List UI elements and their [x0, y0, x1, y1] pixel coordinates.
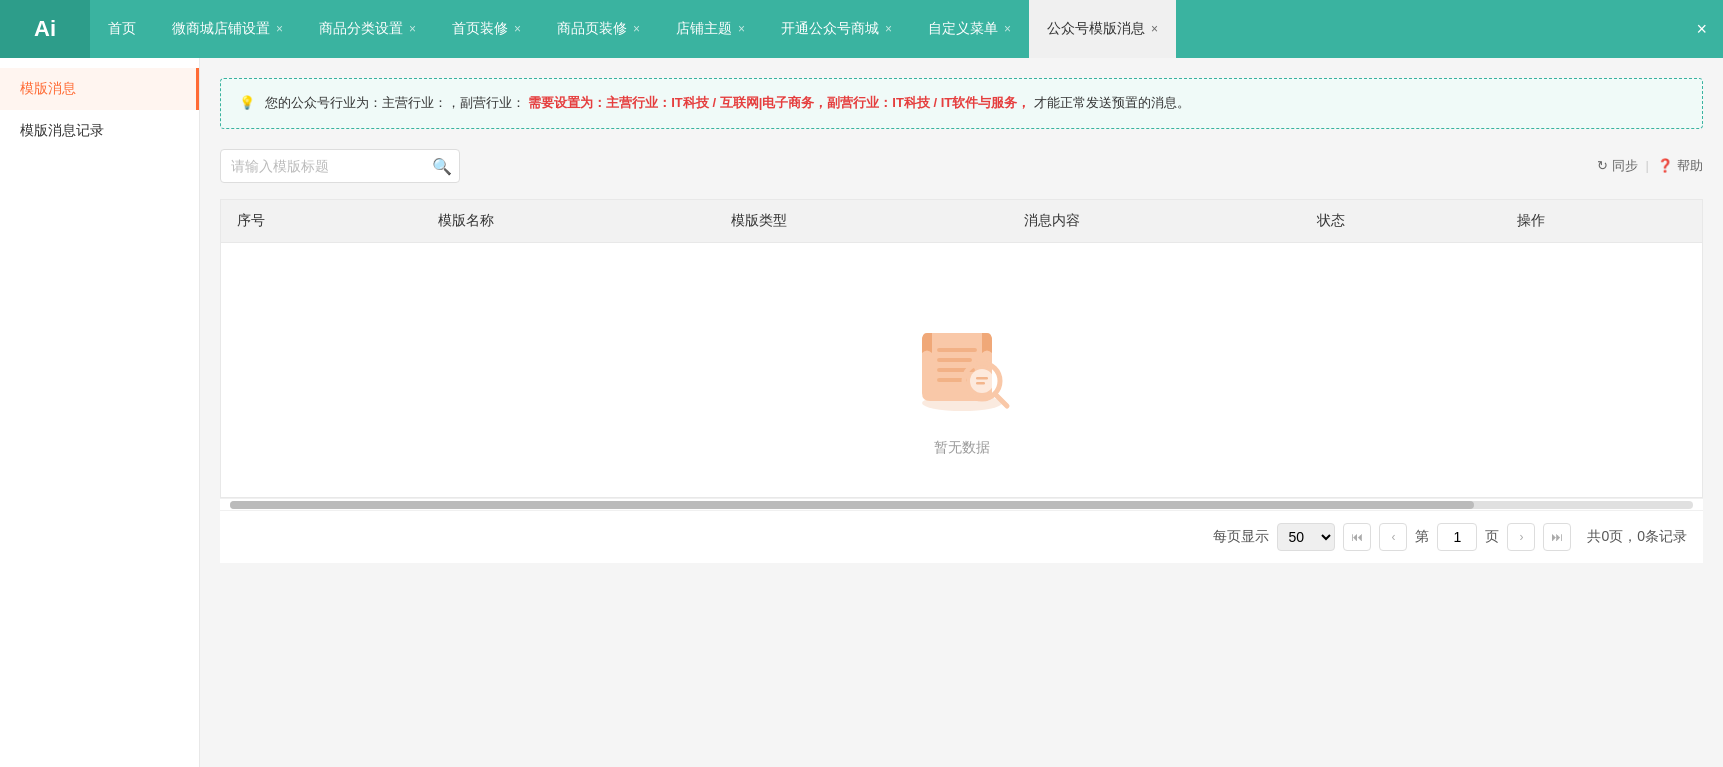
svg-rect-8 [976, 377, 988, 380]
pagination: 每页显示 102050100 ⏮ ‹ 第 页 › ⏭ 共0页，0条记录 [220, 510, 1703, 563]
page-size-select[interactable]: 102050100 [1277, 523, 1335, 551]
nav-tab-close-product-decoration[interactable]: × [633, 22, 640, 36]
sidebar: 模版消息模版消息记录 [0, 58, 200, 767]
next-page-button[interactable]: › [1507, 523, 1535, 551]
sidebar-item-template-msg[interactable]: 模版消息 [0, 68, 199, 110]
notice-icon: 💡 [239, 95, 255, 110]
col-header-content: 消息内容 [1008, 199, 1301, 242]
nav-tab-custom-menu[interactable]: 自定义菜单× [910, 0, 1029, 58]
col-header-index: 序号 [221, 199, 422, 242]
svg-rect-1 [937, 348, 977, 352]
notice-banner: 💡 您的公众号行业为：主营行业：，副营行业： 需要设置为：主营行业：IT科技 /… [220, 78, 1703, 129]
main-layout: 模版消息模版消息记录 💡 您的公众号行业为：主营行业：，副营行业： 需要设置为：… [0, 58, 1723, 767]
nav-tab-store-settings[interactable]: 微商城店铺设置× [154, 0, 301, 58]
sync-icon: ↻ [1597, 158, 1608, 173]
help-label: 帮助 [1677, 157, 1703, 175]
svg-point-6 [970, 369, 994, 393]
total-label: 共0页，0条记录 [1587, 528, 1687, 546]
nav-tab-home[interactable]: 首页 [90, 0, 154, 58]
content-area: 💡 您的公众号行业为：主营行业：，副营行业： 需要设置为：主营行业：IT科技 /… [200, 58, 1723, 767]
nav-tab-template-msg[interactable]: 公众号模版消息× [1029, 0, 1176, 58]
prev-page-button[interactable]: ‹ [1379, 523, 1407, 551]
sync-button[interactable]: ↻ 同步 [1597, 157, 1638, 175]
table-header-row: 序号模版名称模版类型消息内容状态操作 [221, 199, 1703, 242]
top-nav: Ai 首页微商城店铺设置×商品分类设置×首页装修×商品页装修×店铺主题×开通公众… [0, 0, 1723, 58]
data-table: 序号模版名称模版类型消息内容状态操作 [220, 199, 1703, 498]
first-page-button[interactable]: ⏮ [1343, 523, 1371, 551]
svg-rect-2 [937, 358, 972, 362]
notice-text-prefix: 您的公众号行业为：主营行业：，副营行业： [265, 95, 525, 110]
nav-tab-open-mall[interactable]: 开通公众号商城× [763, 0, 910, 58]
col-header-status: 状态 [1301, 199, 1501, 242]
col-header-name: 模版名称 [422, 199, 715, 242]
scrollbar-track [230, 501, 1693, 509]
notice-highlight: 需要设置为：主营行业：IT科技 / 互联网|电子商务，副营行业：IT科技 / I… [528, 95, 1030, 110]
last-page-button[interactable]: ⏭ [1543, 523, 1571, 551]
close-all-tabs-button[interactable]: × [1680, 19, 1723, 40]
empty-state-row: 暂无数据 [221, 242, 1703, 497]
page-input[interactable] [1437, 523, 1477, 551]
notice-text-suffix: 才能正常发送预置的消息。 [1034, 95, 1190, 110]
empty-state: 暂无数据 [221, 243, 1702, 497]
search-bar: 🔍 ↻ 同步 | ❓ 帮助 [220, 149, 1703, 183]
nav-tab-close-template-msg[interactable]: × [1151, 22, 1158, 36]
col-header-actions: 操作 [1501, 199, 1703, 242]
page-prefix-label: 第 [1415, 528, 1429, 546]
search-input[interactable] [220, 149, 460, 183]
svg-rect-9 [976, 382, 985, 385]
nav-tab-product-decoration[interactable]: 商品页装修× [539, 0, 658, 58]
help-button[interactable]: ❓ 帮助 [1657, 157, 1703, 175]
nav-tab-home-decoration[interactable]: 首页装修× [434, 0, 539, 58]
empty-text: 暂无数据 [934, 439, 990, 457]
search-icon[interactable]: 🔍 [432, 156, 452, 175]
help-icon: ❓ [1657, 158, 1673, 173]
sync-label: 同步 [1612, 157, 1638, 175]
scrollbar-area[interactable] [220, 498, 1703, 510]
app-logo: Ai [0, 0, 90, 58]
nav-tab-close-custom-menu[interactable]: × [1004, 22, 1011, 36]
nav-tab-close-home-decoration[interactable]: × [514, 22, 521, 36]
page-size-label: 每页显示 [1213, 528, 1269, 546]
nav-tab-close-open-mall[interactable]: × [885, 22, 892, 36]
nav-tab-close-category-settings[interactable]: × [409, 22, 416, 36]
page-suffix-label: 页 [1485, 528, 1499, 546]
scrollbar-thumb[interactable] [230, 501, 1474, 509]
nav-tab-close-store-theme[interactable]: × [738, 22, 745, 36]
nav-tab-category-settings[interactable]: 商品分类设置× [301, 0, 434, 58]
nav-tabs: 首页微商城店铺设置×商品分类设置×首页装修×商品页装修×店铺主题×开通公众号商城… [90, 0, 1680, 58]
empty-illustration [902, 303, 1022, 423]
nav-tab-store-theme[interactable]: 店铺主题× [658, 0, 763, 58]
table-body: 暂无数据 [221, 242, 1703, 497]
col-header-type: 模版类型 [715, 199, 1008, 242]
toolbar-right: ↻ 同步 | ❓ 帮助 [1597, 157, 1703, 175]
nav-tab-close-store-settings[interactable]: × [276, 22, 283, 36]
search-input-wrap: 🔍 [220, 149, 460, 183]
divider: | [1646, 158, 1649, 173]
sidebar-item-template-msg-record[interactable]: 模版消息记录 [0, 110, 199, 152]
